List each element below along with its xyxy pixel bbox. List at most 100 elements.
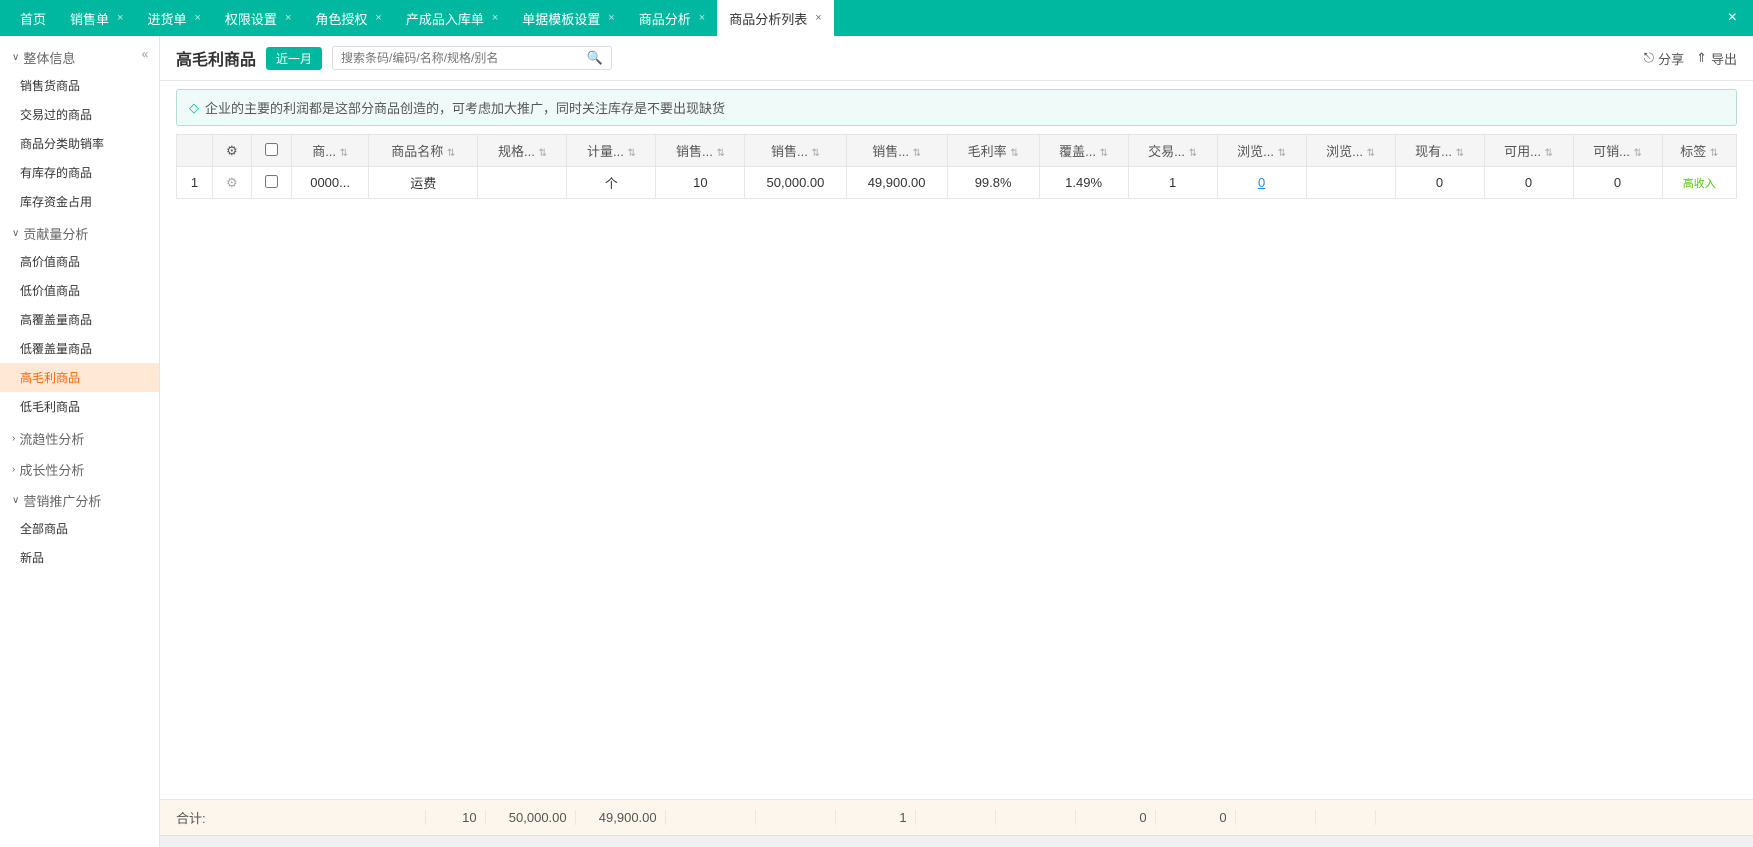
sort-icon-unit[interactable]: ⇅ [627, 148, 635, 159]
cell-num: 1 [177, 167, 213, 199]
col-header-current_stock: 现有... ⇅ [1395, 135, 1484, 167]
footer-cells: 10 50,000.00 49,900.00 1 0 0 [226, 810, 1737, 825]
sidebar-item-销售货商品[interactable]: 销售货商品 [0, 71, 159, 100]
sort-icon-coverage[interactable]: ⇅ [1100, 148, 1108, 159]
nav-item-进货单[interactable]: 进货单× [135, 0, 212, 36]
col-header-trade: 交易... ⇅ [1128, 135, 1217, 167]
sidebar-item-有库存的商品[interactable]: 有库存的商品 [0, 158, 159, 187]
nav-item-权限设置[interactable]: 权限设置× [213, 0, 303, 36]
sidebar-group-贡献量分析[interactable]: ∨贡献量分析 [0, 216, 159, 247]
nav-item-首页[interactable]: 首页 [8, 0, 58, 36]
sidebar-item-低覆盖量商品[interactable]: 低覆盖量商品 [0, 334, 159, 363]
sort-icon-saleable_stock[interactable]: ⇅ [1634, 148, 1642, 159]
sort-icon-available_stock[interactable]: ⇅ [1545, 148, 1553, 159]
cell-current_stock: 0 [1395, 167, 1484, 199]
nav-item-单据模板设置[interactable]: 单据模板设置× [510, 0, 626, 36]
sort-icon-name[interactable]: ⇅ [447, 148, 455, 159]
nav-item-角色授权[interactable]: 角色授权× [303, 0, 393, 36]
nav-close-产成品入库单[interactable]: × [492, 12, 498, 24]
sidebar-item-高毛利商品[interactable]: 高毛利商品 [0, 363, 159, 392]
col-header-browse1: 浏览... ⇅ [1217, 135, 1306, 167]
search-input[interactable] [341, 51, 583, 65]
row-checkbox[interactable] [265, 175, 278, 188]
search-box: 🔍 [332, 46, 612, 70]
bottom-scrollbar[interactable] [160, 835, 1753, 847]
nav-close-权限设置[interactable]: × [285, 12, 291, 24]
settings-icon[interactable]: ⚙ [226, 175, 238, 190]
footer-empty1 [666, 810, 756, 825]
sort-icon-browse2[interactable]: ⇅ [1367, 148, 1375, 159]
col-header-code: 商... ⇅ [292, 135, 369, 167]
cell-tag: 高收入 [1662, 167, 1737, 199]
cell-gross_margin: 99.8% [947, 167, 1039, 199]
select-all-checkbox[interactable] [265, 143, 278, 156]
export-button[interactable]: ⇑ 导出 [1696, 49, 1737, 68]
nav-close-商品分析[interactable]: × [699, 12, 705, 24]
sidebar-group-营销推广分析[interactable]: ∨营销推广分析 [0, 483, 159, 514]
sort-icon-browse1[interactable]: ⇅ [1278, 148, 1286, 159]
col-header-available_stock: 可用... ⇅ [1484, 135, 1573, 167]
sidebar-item-商品分类助销率[interactable]: 商品分类助销率 [0, 129, 159, 158]
sort-icon-gross_margin[interactable]: ⇅ [1010, 148, 1018, 159]
footer-saleable [1236, 810, 1316, 825]
cell-unit: 个 [567, 167, 656, 199]
nav-item-销售单[interactable]: 销售单× [58, 0, 135, 36]
sidebar-collapse-button[interactable]: « [135, 44, 155, 64]
close-all-button[interactable]: × [1720, 9, 1745, 27]
cell-sales_qty: 10 [656, 167, 745, 199]
sort-icon-sales_amount[interactable]: ⇅ [812, 148, 820, 159]
sort-icon-trade[interactable]: ⇅ [1189, 148, 1197, 159]
footer-sales-profit: 49,900.00 [576, 810, 666, 825]
table-row: 1⚙0000...运费个1050,000.0049,900.0099.8%1.4… [177, 167, 1737, 199]
nav-close-商品分析列表[interactable]: × [815, 12, 821, 24]
sort-icon-spec[interactable]: ⇅ [538, 148, 546, 159]
sort-icon-sales_qty[interactable]: ⇅ [716, 148, 724, 159]
cell-browse1[interactable]: 0 [1217, 167, 1306, 199]
sidebar-item-低毛利商品[interactable]: 低毛利商品 [0, 392, 159, 421]
sidebar-group-成长性分析[interactable]: › 成长性分析 [0, 452, 159, 483]
col-header-sales_qty: 销售... ⇅ [656, 135, 745, 167]
sidebar-group-label: 成长性分析 [19, 460, 84, 479]
nav-item-产成品入库单[interactable]: 产成品入库单× [394, 0, 510, 36]
sidebar-item-高覆盖量商品[interactable]: 高覆盖量商品 [0, 305, 159, 334]
sort-icon-sales_profit[interactable]: ⇅ [913, 148, 921, 159]
share-button[interactable]: ⎋ 分享 [1644, 49, 1684, 68]
col-header-gross_margin: 毛利率 ⇅ [947, 135, 1039, 167]
col-header-sales_amount: 销售... ⇅ [745, 135, 846, 167]
sidebar-group-arrow: › [12, 464, 15, 475]
col-header-name: 商品名称 ⇅ [368, 135, 477, 167]
sidebar-item-新品[interactable]: 新品 [0, 543, 159, 572]
sidebar-item-高价值商品[interactable]: 高价值商品 [0, 247, 159, 276]
footer-total: 合计: 10 50,000.00 49,900.00 1 0 0 [160, 799, 1753, 835]
nav-close-单据模板设置[interactable]: × [608, 12, 614, 24]
date-filter-button[interactable]: 近一月 [266, 47, 322, 70]
sort-icon-current_stock[interactable]: ⇅ [1456, 148, 1464, 159]
col-header-tag: 标签 ⇅ [1662, 135, 1737, 167]
nav-close-销售单[interactable]: × [117, 12, 123, 24]
sidebar-item-库存资金占用[interactable]: 库存资金占用 [0, 187, 159, 216]
sidebar-item-交易过的商品[interactable]: 交易过的商品 [0, 100, 159, 129]
nav-close-角色授权[interactable]: × [375, 12, 381, 24]
header-actions: ⎋ 分享 ⇑ 导出 [1644, 49, 1737, 68]
sidebar-item-全部商品[interactable]: 全部商品 [0, 514, 159, 543]
col-header-checkbox [251, 135, 292, 167]
sidebar-group-流趋性分析[interactable]: ›流趋性分析 [0, 421, 159, 452]
export-icon: ⇑ [1696, 50, 1707, 66]
footer-sales-amount: 50,000.00 [486, 810, 576, 825]
sidebar-item-低价值商品[interactable]: 低价值商品 [0, 276, 159, 305]
sidebar-group-label: 整体信息 [23, 48, 75, 67]
cell-checkbox[interactable] [251, 167, 292, 199]
cell-settings[interactable]: ⚙ [213, 167, 252, 199]
col-header-coverage: 覆盖... ⇅ [1039, 135, 1128, 167]
nav-close-进货单[interactable]: × [194, 12, 200, 24]
col-header-settings[interactable]: ⚙ [213, 135, 252, 167]
browse1-link[interactable]: 0 [1258, 175, 1265, 190]
sort-icon-code[interactable]: ⇅ [340, 148, 348, 159]
search-icon[interactable]: 🔍 [587, 50, 603, 66]
sort-icon-tag[interactable]: ⇅ [1710, 148, 1718, 159]
nav-item-商品分析[interactable]: 商品分析× [627, 0, 717, 36]
footer-label: 合计: [176, 808, 206, 827]
cell-browse2 [1306, 167, 1395, 199]
footer-browse2 [996, 810, 1076, 825]
nav-item-商品分析列表[interactable]: 商品分析列表× [717, 0, 833, 36]
